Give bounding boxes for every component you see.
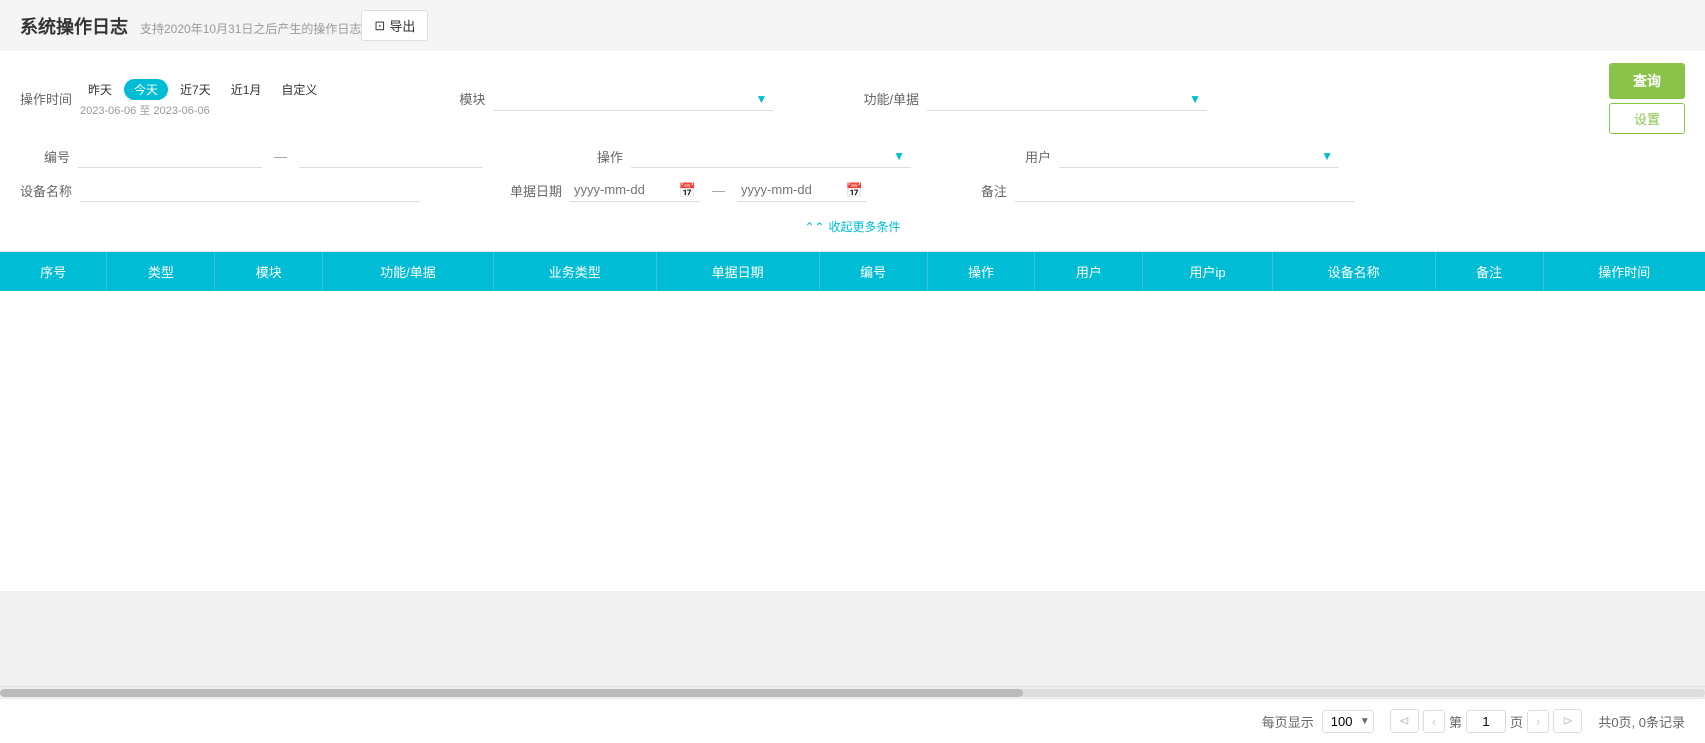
data-table: 序号 类型 模块 功能/单据 业务类型 单据日期 编号 操作 用户 用户ip 设… [0,252,1705,291]
table-container: 序号 类型 模块 功能/单据 业务类型 单据日期 编号 操作 用户 用户ip 设… [0,252,1705,686]
collapse-button[interactable]: ⌃⌃ 收起更多条件 [804,218,900,235]
page-suffix: 页 [1510,712,1523,731]
top-bar: 系统操作日志 支持2020年10月31日之后产生的操作日志 ⊡ 导出 [0,0,1705,51]
device-input[interactable] [80,178,420,202]
per-page-select[interactable]: 100 10 20 50 [1322,710,1374,733]
header-left: 系统操作日志 支持2020年10月31日之后产生的操作日志 [20,13,361,39]
scrollbar-thumb[interactable] [0,689,1023,697]
last-page-button[interactable]: ⊳ [1553,709,1582,733]
collapse-icon: ⌃⌃ [804,220,824,234]
action-buttons: 查询 设置 [1609,63,1685,134]
empty-area [0,291,1705,591]
remark-label: 备注 [957,181,1007,200]
page-nav: ⊲ ‹ 第 页 › ⊳ [1390,709,1583,733]
export-button[interactable]: ⊡ 导出 [361,10,428,41]
export-icon: ⊡ [374,18,385,34]
page-wrapper: 系统操作日志 支持2020年10月31日之后产生的操作日志 ⊡ 导出 操作时间 … [0,0,1705,743]
filter-row-2: 编号 — 操作 ▼ 用户 [20,144,1685,168]
time-btn-today[interactable]: 今天 [124,79,168,100]
number-to-input[interactable] [299,144,483,168]
user-select[interactable] [1059,144,1339,168]
col-function: 功能/单据 [323,252,494,291]
operation-label: 操作 [573,147,623,166]
col-seq: 序号 [0,252,107,291]
module-label: 模块 [435,89,485,108]
collapse-label: 收起更多条件 [829,218,901,235]
time-label: 操作时间 [20,89,72,108]
docdate-label: 单据日期 [510,181,562,200]
filter-area: 操作时间 昨天 今天 近7天 近1月 自定义 2023-06-06 至 2023… [0,51,1705,252]
docdate-from-wrapper: 📅 [570,178,700,202]
table-header-row: 序号 类型 模块 功能/单据 业务类型 单据日期 编号 操作 用户 用户ip 设… [0,252,1705,291]
export-label: 导出 [389,16,415,35]
time-btn-custom[interactable]: 自定义 [273,79,325,100]
query-button[interactable]: 查询 [1609,63,1685,99]
docdate-separator: — [712,183,725,198]
col-type: 类型 [107,252,215,291]
col-doc-date: 单据日期 [656,252,819,291]
user-filter-item: 用户 ▼ [1001,144,1339,168]
page-subtitle: 支持2020年10月31日之后产生的操作日志 [140,20,361,37]
module-select[interactable] [493,87,773,111]
time-btn-7days[interactable]: 近7天 [172,79,219,100]
col-biz-type: 业务类型 [493,252,656,291]
settings-button[interactable]: 设置 [1609,103,1685,134]
time-btn-1month[interactable]: 近1月 [223,79,270,100]
calendar-to-icon[interactable]: 📅 [846,182,863,199]
time-range-display: 2023-06-06 至 2023-06-06 [80,102,325,118]
next-page-button[interactable]: › [1527,710,1549,733]
remark-filter-item: 备注 [957,178,1355,202]
prev-page-button[interactable]: ‹ [1423,710,1445,733]
table-header: 序号 类型 模块 功能/单据 业务类型 单据日期 编号 操作 用户 用户ip 设… [0,252,1705,291]
col-number: 编号 [819,252,927,291]
time-buttons: 昨天 今天 近7天 近1月 自定义 [80,79,325,100]
operation-filter-item: 操作 ▼ [573,144,911,168]
number-label: 编号 [20,147,70,166]
docdate-to-wrapper: 📅 [737,178,867,202]
time-filter-item: 操作时间 昨天 今天 近7天 近1月 自定义 2023-06-06 至 2023… [20,79,325,118]
collapse-row: ⌃⌃ 收起更多条件 [20,212,1685,239]
operation-select-wrapper: ▼ [631,144,911,168]
col-remark: 备注 [1435,252,1543,291]
page-input[interactable] [1466,710,1506,733]
function-select-wrapper: ▼ [927,87,1207,111]
number-separator: — [274,149,287,164]
time-btn-yesterday[interactable]: 昨天 [80,79,120,100]
total-info: 共0页, 0条记录 [1598,712,1685,731]
col-user-ip: 用户ip [1143,252,1272,291]
first-page-button[interactable]: ⊲ [1390,709,1419,733]
device-label: 设备名称 [20,181,72,200]
per-page-label: 每页显示 [1262,712,1314,731]
user-label: 用户 [1001,147,1051,166]
scrollbar-area[interactable] [0,686,1705,698]
page-title: 系统操作日志 [20,13,128,39]
calendar-from-icon[interactable]: 📅 [679,182,696,199]
number-from-input[interactable] [78,144,262,168]
operation-select[interactable] [631,144,911,168]
col-user: 用户 [1035,252,1143,291]
remark-input[interactable] [1015,178,1355,202]
col-op-time: 操作时间 [1543,252,1705,291]
page-label: 第 [1449,712,1462,731]
time-filter-group: 昨天 今天 近7天 近1月 自定义 2023-06-06 至 2023-06-0… [80,79,325,118]
function-filter-item: 功能/单据 ▼ [863,87,1207,111]
col-device-name: 设备名称 [1272,252,1435,291]
number-filter-item: 编号 — [20,144,483,168]
user-select-wrapper: ▼ [1059,144,1339,168]
scrollbar-track [0,689,1705,697]
device-filter-item: 设备名称 [20,178,420,202]
module-select-wrapper: ▼ [493,87,773,111]
col-module: 模块 [215,252,323,291]
function-select[interactable] [927,87,1207,111]
col-operation: 操作 [927,252,1035,291]
function-label: 功能/单据 [863,89,919,108]
per-page-wrapper: 100 10 20 50 ▼ [1322,710,1374,733]
module-filter-item: 模块 ▼ [435,87,773,111]
docdate-filter-item: 单据日期 📅 — 📅 [510,178,867,202]
filter-row-1: 操作时间 昨天 今天 近7天 近1月 自定义 2023-06-06 至 2023… [20,63,1685,134]
filter-row-3: 设备名称 单据日期 📅 — 📅 备注 [20,178,1685,202]
pagination: 每页显示 100 10 20 50 ▼ ⊲ ‹ 第 页 › ⊳ 共0页, 0条记… [0,698,1705,743]
